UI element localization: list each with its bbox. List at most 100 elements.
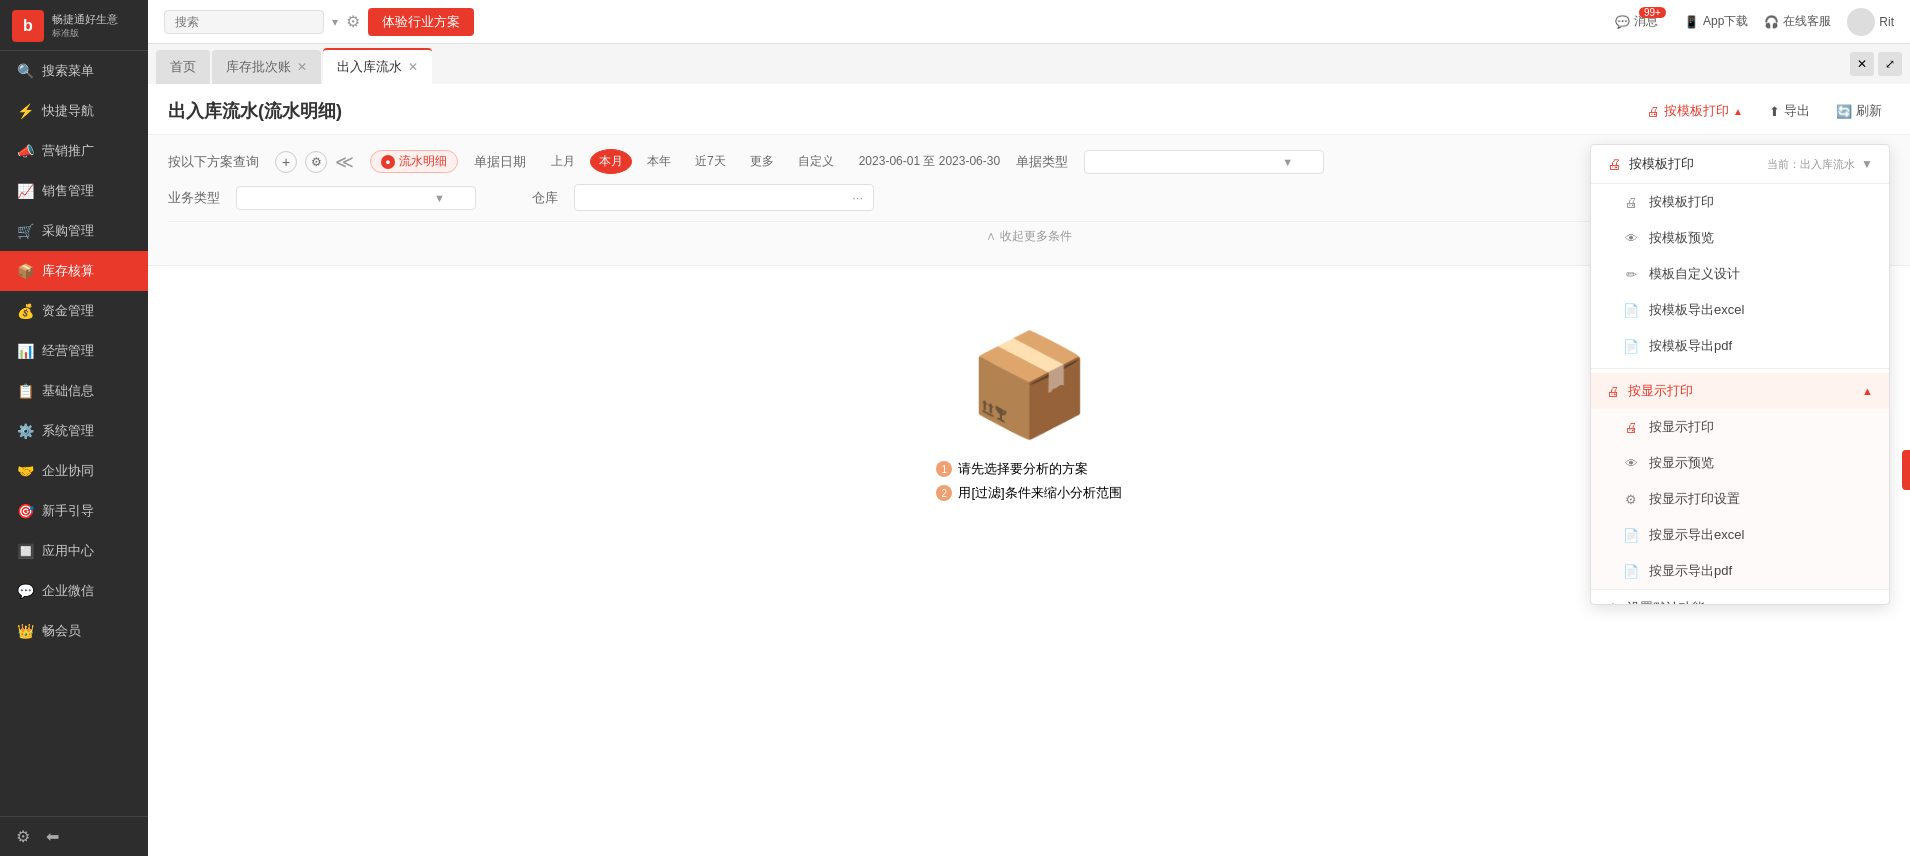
template-print-label: 按模板打印	[1664, 102, 1729, 120]
customer-service-button[interactable]: 🎧 在线客服	[1764, 13, 1831, 30]
biz-type-chevron: ▼	[434, 192, 445, 204]
right-edge-handle[interactable]	[1902, 450, 1910, 490]
tab-in-out-flow-close[interactable]: ✕	[408, 60, 418, 74]
app-download-label: App下载	[1703, 13, 1748, 30]
step-number-2: 2	[936, 485, 952, 501]
template-pdf-item-label: 按模板导出pdf	[1649, 337, 1732, 355]
dropdown-header-chevron[interactable]: ▼	[1861, 157, 1873, 171]
step-number-1: 1	[936, 461, 952, 477]
topbar-gear-icon[interactable]: ⚙	[346, 12, 360, 31]
empty-step-1: 1 请先选择要分析的方案	[936, 460, 1121, 478]
tab-home-label: 首页	[170, 58, 196, 76]
message-button[interactable]: 💬 消息 99+	[1615, 13, 1658, 30]
empty-step-2: 2 用[过滤]条件来缩小分析范围	[936, 484, 1121, 502]
sidebar-item-operation[interactable]: 📊 经营管理	[0, 331, 148, 371]
dropdown-item-template-export-pdf[interactable]: 📄 按模板导出pdf	[1591, 328, 1889, 364]
headset-icon: 🎧	[1764, 15, 1779, 29]
date-btn-this-month[interactable]: 本月	[590, 149, 632, 174]
guide-icon: 🎯	[16, 502, 34, 520]
sidebar-item-marketing[interactable]: 📣 营销推广	[0, 131, 148, 171]
page-header: 出入库流水(流水明细) 🖨 按模板打印 ▲ ⬆ 导出 🔄 刷新	[148, 84, 1910, 135]
system-icon: ⚙️	[16, 422, 34, 440]
sidebar-item-finance[interactable]: 💰 资金管理	[0, 291, 148, 331]
sidebar-item-label: 企业微信	[42, 582, 94, 600]
sidebar-item-label: 企业协同	[42, 462, 94, 480]
sidebar-item-purchase[interactable]: 🛒 采购管理	[0, 211, 148, 251]
sidebar-item-search[interactable]: 🔍 搜索菜单	[0, 51, 148, 91]
date-btn-last-month[interactable]: 上月	[542, 149, 584, 174]
display-settings-item-label: 按显示打印设置	[1649, 490, 1740, 508]
dropdown-display-print-header[interactable]: 🖨 按显示打印 ▲	[1591, 373, 1889, 409]
dropdown-item-display-export-pdf[interactable]: 📄 按显示导出pdf	[1591, 553, 1889, 589]
date-btn-more[interactable]: 更多	[741, 149, 783, 174]
sidebar-item-wechat[interactable]: 💬 企业微信	[0, 571, 148, 611]
app-logo: b 畅捷通好生意 标准版	[0, 0, 148, 51]
tab-in-out-flow[interactable]: 出入库流水 ✕	[323, 48, 432, 84]
sidebar-item-quick-nav[interactable]: ⚡ 快捷导航	[0, 91, 148, 131]
sidebar-item-inventory[interactable]: 📦 库存核算	[0, 251, 148, 291]
tab-batch-account-close[interactable]: ✕	[297, 60, 307, 74]
logo-icon: b	[12, 10, 44, 42]
tabs-expand-btn[interactable]: ⤢	[1878, 52, 1902, 76]
display-print-item-label: 按显示打印	[1649, 418, 1714, 436]
dropdown-item-display-print-settings[interactable]: ⚙ 按显示打印设置	[1591, 481, 1889, 517]
sidebar-item-apps[interactable]: 🔲 应用中心	[0, 531, 148, 571]
date-btn-this-year[interactable]: 本年	[638, 149, 680, 174]
biz-type-select[interactable]: ▼	[236, 186, 476, 210]
footer-icon: ⚙	[1607, 601, 1619, 605]
dropdown-item-template-print[interactable]: 🖨 按模板打印	[1591, 184, 1889, 220]
step-text-1: 请先选择要分析的方案	[958, 460, 1088, 478]
sidebar-bottom: ⚙ ⬅	[0, 816, 148, 856]
customer-service-label: 在线客服	[1783, 13, 1831, 30]
sidebar-item-basic[interactable]: 📋 基础信息	[0, 371, 148, 411]
collapse-sidebar-icon[interactable]: ⬅	[46, 827, 59, 846]
dropdown-item-template-export-excel[interactable]: 📄 按模板导出excel	[1591, 292, 1889, 328]
filter-settings-button[interactable]: ⚙	[305, 151, 327, 173]
export-button[interactable]: ⬆ 导出	[1761, 98, 1818, 124]
display-settings-item-icon: ⚙	[1623, 491, 1639, 507]
sidebar-item-sales[interactable]: 📈 销售管理	[0, 171, 148, 211]
sidebar-item-label: 营销推广	[42, 142, 94, 160]
sidebar-item-label: 快捷导航	[42, 102, 94, 120]
topbar-right: 💬 消息 99+ 📱 App下载 🎧 在线客服 Rit	[1615, 8, 1894, 36]
warehouse-label: 仓库	[532, 189, 558, 207]
dropdown-item-template-customize[interactable]: ✏ 模板自定义设计	[1591, 256, 1889, 292]
add-icon: +	[282, 154, 290, 170]
dropdown-item-display-preview[interactable]: 👁 按显示预览	[1591, 445, 1889, 481]
collapse-button[interactable]: ∧ 收起更多条件	[986, 229, 1071, 243]
warehouse-more-icon: ···	[852, 190, 863, 205]
settings-icon[interactable]: ⚙	[16, 827, 30, 846]
footer-chevron: ▼	[1862, 602, 1873, 604]
filter-collapse-button[interactable]: ≪	[335, 151, 354, 173]
tabs-close-btn[interactable]: ✕	[1850, 52, 1874, 76]
template-print-button[interactable]: 🖨 按模板打印 ▲	[1639, 98, 1751, 124]
dropdown-item-display-export-excel[interactable]: 📄 按显示导出excel	[1591, 517, 1889, 553]
app-download-button[interactable]: 📱 App下载	[1684, 13, 1748, 30]
lightning-icon: ⚡	[16, 102, 34, 120]
tab-home[interactable]: 首页	[156, 50, 210, 84]
dropdown-item-display-print[interactable]: 🖨 按显示打印	[1591, 409, 1889, 445]
doc-type-select[interactable]: ▼	[1084, 150, 1324, 174]
dropdown-item-template-preview[interactable]: 👁 按模板预览	[1591, 220, 1889, 256]
sidebar-item-system[interactable]: ⚙️ 系统管理	[0, 411, 148, 451]
page-title: 出入库流水(流水明细)	[168, 99, 342, 123]
user-menu[interactable]: Rit	[1847, 8, 1894, 36]
refresh-button[interactable]: 🔄 刷新	[1828, 98, 1890, 124]
sidebar-item-member[interactable]: 👑 畅会员	[0, 611, 148, 651]
date-btn-7days[interactable]: 近7天	[686, 149, 735, 174]
warehouse-input[interactable]: ···	[574, 184, 874, 211]
sidebar-item-guide[interactable]: 🎯 新手引导	[0, 491, 148, 531]
template-print-item-label: 按模板打印	[1649, 193, 1714, 211]
doc-type-label: 单据类型	[1016, 153, 1068, 171]
tab-batch-account[interactable]: 库存批次账 ✕	[212, 50, 321, 84]
display-print-section-icon: 🖨	[1607, 384, 1620, 399]
dropdown-footer[interactable]: ⚙ 设置默认功能 ▼	[1591, 589, 1889, 604]
topbar-search-dropdown[interactable]: ▾	[332, 15, 338, 29]
date-range-display: 2023-06-01 至 2023-06-30	[859, 153, 1000, 170]
filter-add-button[interactable]: +	[275, 151, 297, 173]
sidebar-item-cooperation[interactable]: 🤝 企业协同	[0, 451, 148, 491]
topbar-search-input[interactable]	[164, 10, 324, 34]
trial-button[interactable]: 体验行业方案	[368, 8, 474, 36]
purchase-icon: 🛒	[16, 222, 34, 240]
date-btn-custom[interactable]: 自定义	[789, 149, 843, 174]
